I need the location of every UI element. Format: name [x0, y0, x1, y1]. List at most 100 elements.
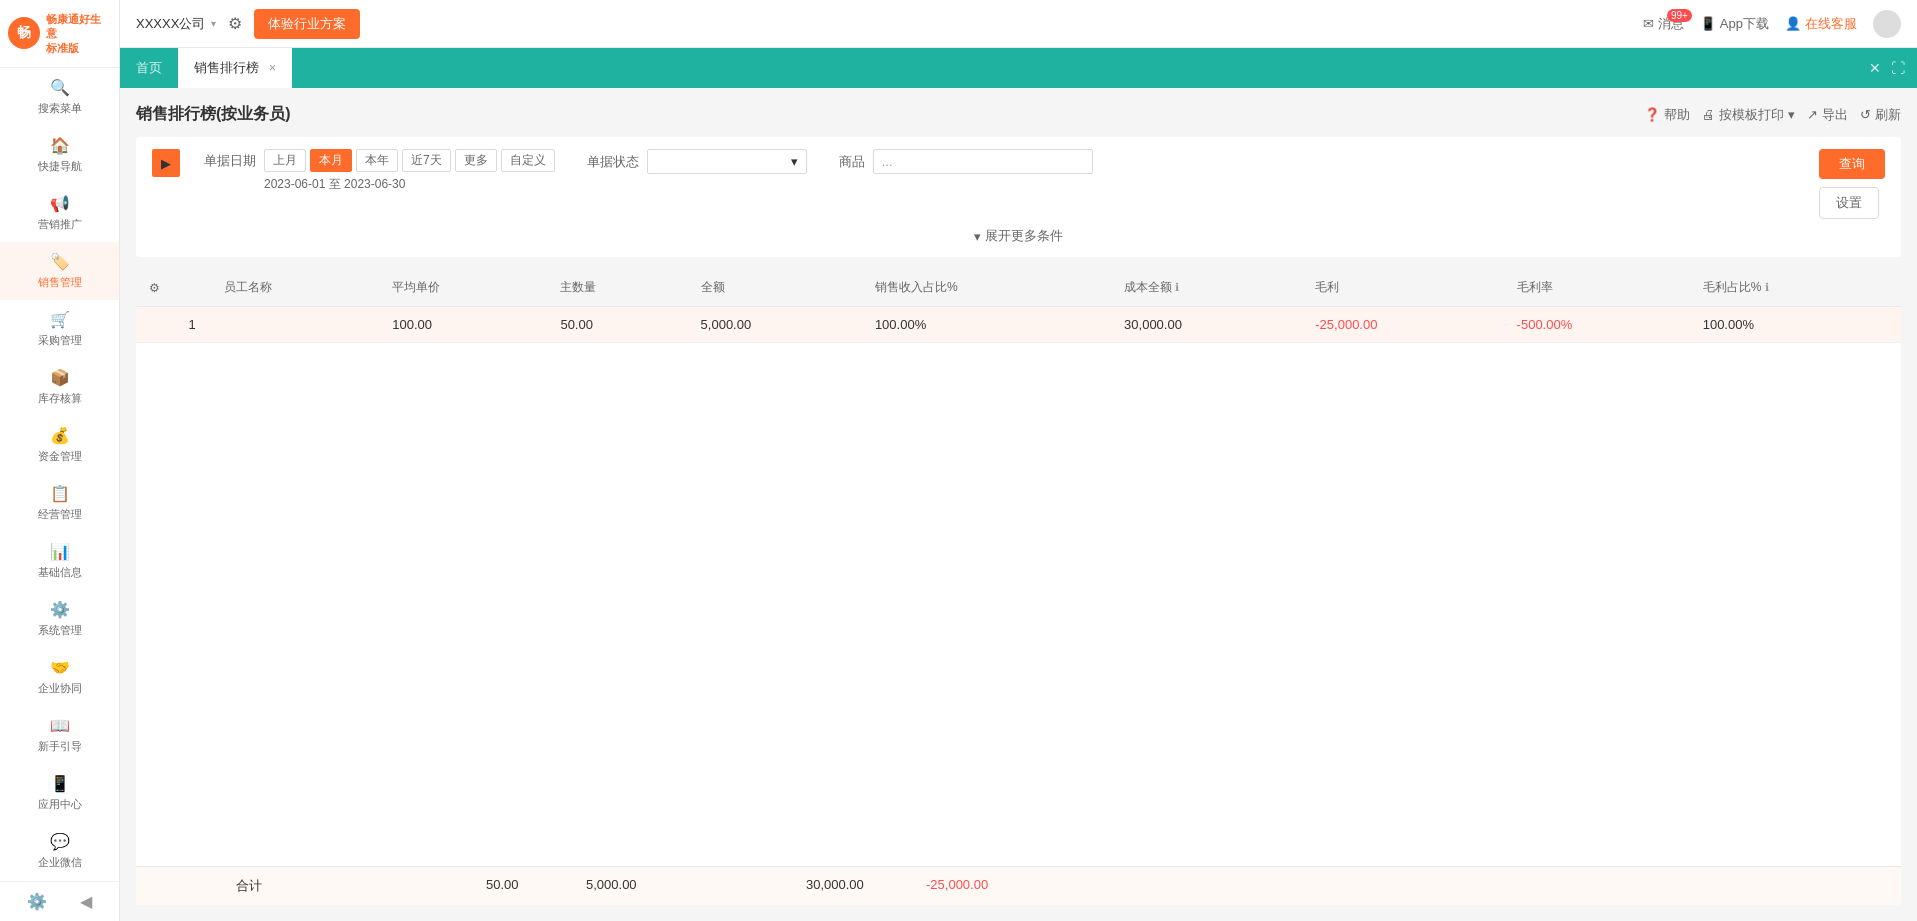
topbar-right: ✉ 消息 99+ 📱 App下载 👤 在线客服: [1643, 10, 1901, 38]
print-icon: 🖨: [1702, 107, 1715, 122]
settings-button[interactable]: 设置: [1819, 187, 1879, 219]
sidebar-item-app-center[interactable]: 📱 应用中心: [0, 764, 119, 822]
col-sales-ratio: 销售收入占比%: [863, 269, 1112, 307]
footer-avg-price-cell: [374, 877, 474, 895]
sidebar-footer: ⚙️ ◀: [0, 881, 119, 921]
right-filter-actions: 查询 设置: [1819, 149, 1885, 219]
goods-input[interactable]: ...: [873, 149, 1093, 174]
purchase-icon: 🛒: [50, 310, 70, 329]
col-gross-ratio: 毛利占比% ℹ: [1691, 269, 1901, 307]
sidebar-item-wechat[interactable]: 💬 企业微信: [0, 822, 119, 880]
export-icon: ↗: [1807, 107, 1818, 122]
app-center-icon: 📱: [50, 774, 70, 793]
sidebar-item-finance[interactable]: 💰 资金管理: [0, 416, 119, 474]
footer-gross-cell: -25,000.00: [914, 877, 1014, 895]
sidebar: 畅 畅康通好生意 标准版 🔍 搜索菜单 🏠 快捷导航 📢 营销推广 🏷️ 销售管…: [0, 0, 120, 921]
operation-icon: 📋: [50, 484, 70, 503]
sidebar-item-inventory[interactable]: 📦 库存核算: [0, 358, 119, 416]
table-scroll: ⚙ 员工名称 平均单价 主数量 全额 销售收入占比% 成本全额 ℹ 毛利 毛利率: [136, 269, 1901, 866]
online-service-button[interactable]: 👤 在线客服: [1785, 15, 1857, 33]
close-window-icon[interactable]: ✕: [1869, 60, 1881, 76]
col-gross-rate: 毛利率: [1505, 269, 1691, 307]
status-select-chevron: ▾: [791, 154, 798, 169]
footer-cost-cell: 30,000.00: [794, 877, 914, 895]
app-download-button[interactable]: 📱 App下载: [1700, 15, 1769, 33]
row-amount-cell: 5,000.00: [689, 307, 863, 343]
print-button[interactable]: 🖨 按模板打印 ▾: [1702, 106, 1795, 124]
chevron-down-icon: ▾: [211, 18, 216, 29]
col-amount: 全额: [689, 269, 863, 307]
footer-settings-icon[interactable]: ⚙️: [27, 892, 47, 911]
sidebar-item-operation[interactable]: 📋 经营管理: [0, 474, 119, 532]
col-settings[interactable]: ⚙: [136, 269, 172, 307]
sidebar-item-sales[interactable]: 🏷️ 销售管理: [0, 242, 119, 300]
footer-main-qty-cell: 50.00: [474, 877, 574, 895]
date-btn-custom[interactable]: 自定义: [501, 149, 555, 172]
col-rank: [172, 269, 212, 307]
logo-text: 畅康通好生意 标准版: [46, 12, 111, 55]
finance-icon: 💰: [50, 426, 70, 445]
cost-info-icon[interactable]: ℹ: [1175, 281, 1179, 293]
tabbar-right: ✕ ⛶: [1857, 48, 1917, 88]
goods-filter-label: 商品: [839, 153, 865, 171]
query-button[interactable]: 查询: [1819, 149, 1885, 179]
app-logo: 畅 畅康通好生意 标准版: [0, 0, 119, 68]
gross-ratio-info-icon[interactable]: ℹ: [1765, 281, 1769, 293]
goods-filter: 商品 ...: [839, 149, 1093, 174]
footer-label-cell: 合计: [224, 877, 374, 895]
tab-close-icon[interactable]: ×: [269, 61, 276, 75]
sidebar-item-quick-nav[interactable]: 🏠 快捷导航: [0, 126, 119, 184]
export-button[interactable]: ↗ 导出: [1807, 106, 1848, 124]
date-btn-current-year[interactable]: 本年: [356, 149, 398, 172]
date-btn-current-month[interactable]: 本月: [310, 149, 352, 172]
enterprise-icon: 🤝: [50, 658, 70, 677]
download-icon: 📱: [1700, 16, 1716, 31]
sidebar-item-enterprise[interactable]: 🤝 企业协同: [0, 648, 119, 706]
date-filter-label: 单据日期: [204, 152, 256, 170]
sidebar-item-guide[interactable]: 📖 新手引导: [0, 706, 119, 764]
row-rank-cell: 1: [172, 307, 212, 343]
sidebar-item-basic-info[interactable]: 📊 基础信息: [0, 532, 119, 590]
company-selector[interactable]: XXXXX公司 ▾: [136, 15, 216, 33]
status-select[interactable]: ▾: [647, 149, 807, 174]
expand-icon: ▾: [974, 229, 981, 244]
sidebar-item-purchase[interactable]: 🛒 采购管理: [0, 300, 119, 358]
company-name: XXXXX公司: [136, 15, 205, 33]
tab-home[interactable]: 首页: [120, 48, 178, 88]
main-content: XXXXX公司 ▾ ⚙ 体验行业方案 ✉ 消息 99+ 📱 App下载 👤 在线…: [120, 0, 1917, 921]
footer-settings-cell: [148, 877, 184, 895]
message-button[interactable]: ✉ 消息 99+: [1643, 15, 1684, 33]
date-range-display: 2023-06-01 至 2023-06-30: [264, 176, 405, 193]
footer-cells: 合计 50.00 5,000.00 30,000.00 -25,000.00: [148, 877, 1889, 895]
tab-sales-ranking[interactable]: 销售排行榜 ×: [178, 48, 292, 88]
message-icon: ✉: [1643, 16, 1654, 31]
expand-conditions-button[interactable]: ▾ 展开更多条件: [974, 227, 1063, 245]
print-dropdown-icon: ▾: [1788, 107, 1795, 122]
footer-collapse-icon[interactable]: ◀: [80, 892, 92, 911]
table-footer: 合计 50.00 5,000.00 30,000.00 -25,000.00: [136, 866, 1901, 905]
col-avg-price: 平均单价: [380, 269, 548, 307]
date-btn-more[interactable]: 更多: [455, 149, 497, 172]
try-industry-button[interactable]: 体验行业方案: [254, 9, 360, 39]
maximize-icon[interactable]: ⛶: [1891, 60, 1905, 76]
refresh-icon: ↺: [1860, 107, 1871, 122]
sidebar-item-marketing[interactable]: 📢 营销推广: [0, 184, 119, 242]
date-btn-last-month[interactable]: 上月: [264, 149, 306, 172]
sidebar-item-search[interactable]: 🔍 搜索菜单: [0, 68, 119, 126]
topbar-settings-icon[interactable]: ⚙: [228, 14, 242, 33]
footer-gross-ratio-cell: [1114, 877, 1224, 895]
content-area: 销售排行榜(按业务员) ❓ 帮助 🖨 按模板打印 ▾ ↗ 导出 ↺ 刷新: [120, 88, 1917, 921]
date-btn-7days[interactable]: 近7天: [402, 149, 451, 172]
goods-placeholder: ...: [882, 154, 893, 169]
row-employee-cell: [212, 307, 380, 343]
sales-icon: 🏷️: [50, 252, 70, 271]
user-avatar[interactable]: [1873, 10, 1901, 38]
row-main-qty-cell: 50.00: [548, 307, 688, 343]
refresh-button[interactable]: ↺ 刷新: [1860, 106, 1901, 124]
help-button[interactable]: ❓ 帮助: [1644, 106, 1690, 124]
logo-icon: 畅: [8, 17, 40, 49]
filter-collapse-arrow[interactable]: ▶: [152, 149, 180, 177]
sidebar-nav: 🔍 搜索菜单 🏠 快捷导航 📢 营销推广 🏷️ 销售管理 🛒 采购管理 📦 库存…: [0, 68, 119, 881]
page-title: 销售排行榜(按业务员): [136, 104, 291, 125]
sidebar-item-system[interactable]: ⚙️ 系统管理: [0, 590, 119, 648]
